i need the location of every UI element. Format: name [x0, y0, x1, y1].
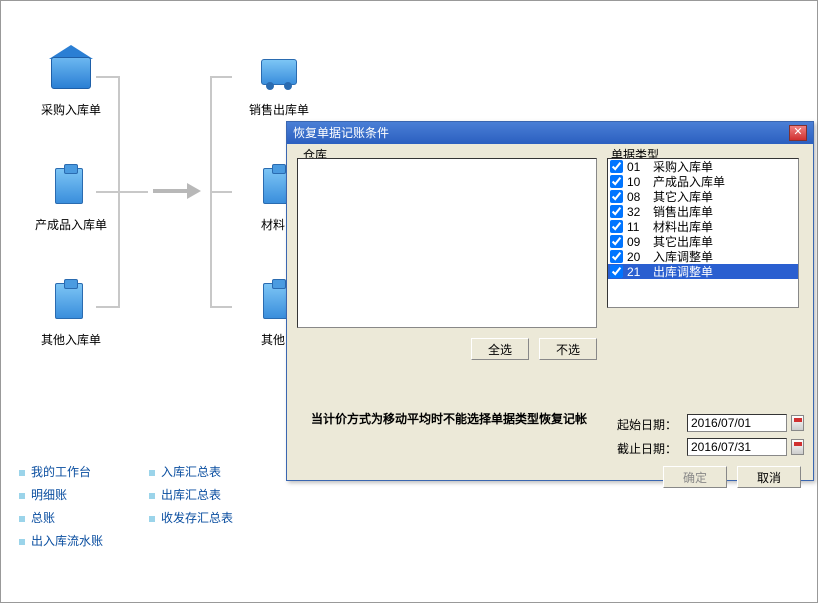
- doctype-checkbox[interactable]: [610, 220, 623, 233]
- start-date-input[interactable]: [687, 414, 787, 432]
- doctype-checkbox[interactable]: [610, 175, 623, 188]
- end-date-input[interactable]: [687, 438, 787, 456]
- start-date-label: 起始日期：: [617, 416, 677, 433]
- link-stock-summary[interactable]: 收发存汇总表: [149, 509, 279, 526]
- doctype-row[interactable]: 08其它入库单: [608, 189, 798, 204]
- doctype-checkbox[interactable]: [610, 205, 623, 218]
- doctype-code: 20: [627, 250, 653, 264]
- calendar-icon[interactable]: [791, 415, 804, 431]
- icon-label: 产成品入库单: [31, 216, 111, 233]
- doctype-code: 10: [627, 175, 653, 189]
- ok-button[interactable]: 确定: [663, 466, 727, 488]
- link-out-summary[interactable]: 出库汇总表: [149, 486, 279, 503]
- warning-text: 当计价方式为移动平均时不能选择单据类型恢复记帐: [311, 412, 601, 427]
- end-date-label: 截止日期：: [617, 440, 677, 457]
- doctype-code: 32: [627, 205, 653, 219]
- cancel-button[interactable]: 取消: [737, 466, 801, 488]
- icon-label: 采购入库单: [31, 101, 111, 118]
- dialog-title: 恢复单据记账条件: [293, 122, 389, 144]
- doctype-name: 出库调整单: [653, 263, 713, 280]
- icon-sales-out[interactable]: 销售出库单: [239, 49, 319, 118]
- icon-product-in[interactable]: 产成品入库单: [31, 164, 111, 233]
- link-workbench[interactable]: 我的工作台: [19, 463, 149, 480]
- doctype-code: 11: [627, 220, 653, 234]
- link-general-ledger[interactable]: 总账: [19, 509, 149, 526]
- select-all-button[interactable]: 全选: [471, 338, 529, 360]
- doctype-row[interactable]: 10产成品入库单: [608, 174, 798, 189]
- select-none-button[interactable]: 不选: [539, 338, 597, 360]
- icon-purchase-in[interactable]: 采购入库单: [31, 49, 111, 118]
- icon-other-in[interactable]: 其他入库单: [31, 279, 111, 348]
- doctype-code: 21: [627, 265, 653, 279]
- doctype-checkbox[interactable]: [610, 250, 623, 263]
- warehouse-listbox[interactable]: [297, 158, 597, 328]
- doctype-checkbox[interactable]: [610, 265, 623, 278]
- doctype-row[interactable]: 32销售出库单: [608, 204, 798, 219]
- links-panel: 我的工作台 明细账 总账 出入库流水账 入库汇总表 出库汇总表 收发存汇总表: [19, 463, 319, 555]
- dialog-titlebar[interactable]: 恢复单据记账条件 ✕: [287, 122, 813, 144]
- doctype-code: 09: [627, 235, 653, 249]
- icon-label: 其他入库单: [31, 331, 111, 348]
- close-button[interactable]: ✕: [789, 125, 807, 141]
- doctype-code: 01: [627, 160, 653, 174]
- icon-label: 销售出库单: [239, 101, 319, 118]
- restore-posting-dialog: 恢复单据记账条件 ✕ 仓库 单据类型 01采购入库单10产成品入库单08其它入库…: [286, 121, 814, 481]
- doctype-row[interactable]: 09其它出库单: [608, 234, 798, 249]
- doctype-listbox[interactable]: 01采购入库单10产成品入库单08其它入库单32销售出库单11材料出库单09其它…: [607, 158, 799, 308]
- link-in-summary[interactable]: 入库汇总表: [149, 463, 279, 480]
- link-detail-ledger[interactable]: 明细账: [19, 486, 149, 503]
- doctype-row[interactable]: 21出库调整单: [608, 264, 798, 279]
- doctype-row[interactable]: 20入库调整单: [608, 249, 798, 264]
- doctype-checkbox[interactable]: [610, 160, 623, 173]
- doctype-checkbox[interactable]: [610, 235, 623, 248]
- link-inout-journal[interactable]: 出入库流水账: [19, 532, 149, 549]
- doctype-row[interactable]: 11材料出库单: [608, 219, 798, 234]
- doctype-checkbox[interactable]: [610, 190, 623, 203]
- doctype-row[interactable]: 01采购入库单: [608, 159, 798, 174]
- calendar-icon[interactable]: [791, 439, 804, 455]
- doctype-code: 08: [627, 190, 653, 204]
- flow-arrow-icon: [153, 183, 203, 199]
